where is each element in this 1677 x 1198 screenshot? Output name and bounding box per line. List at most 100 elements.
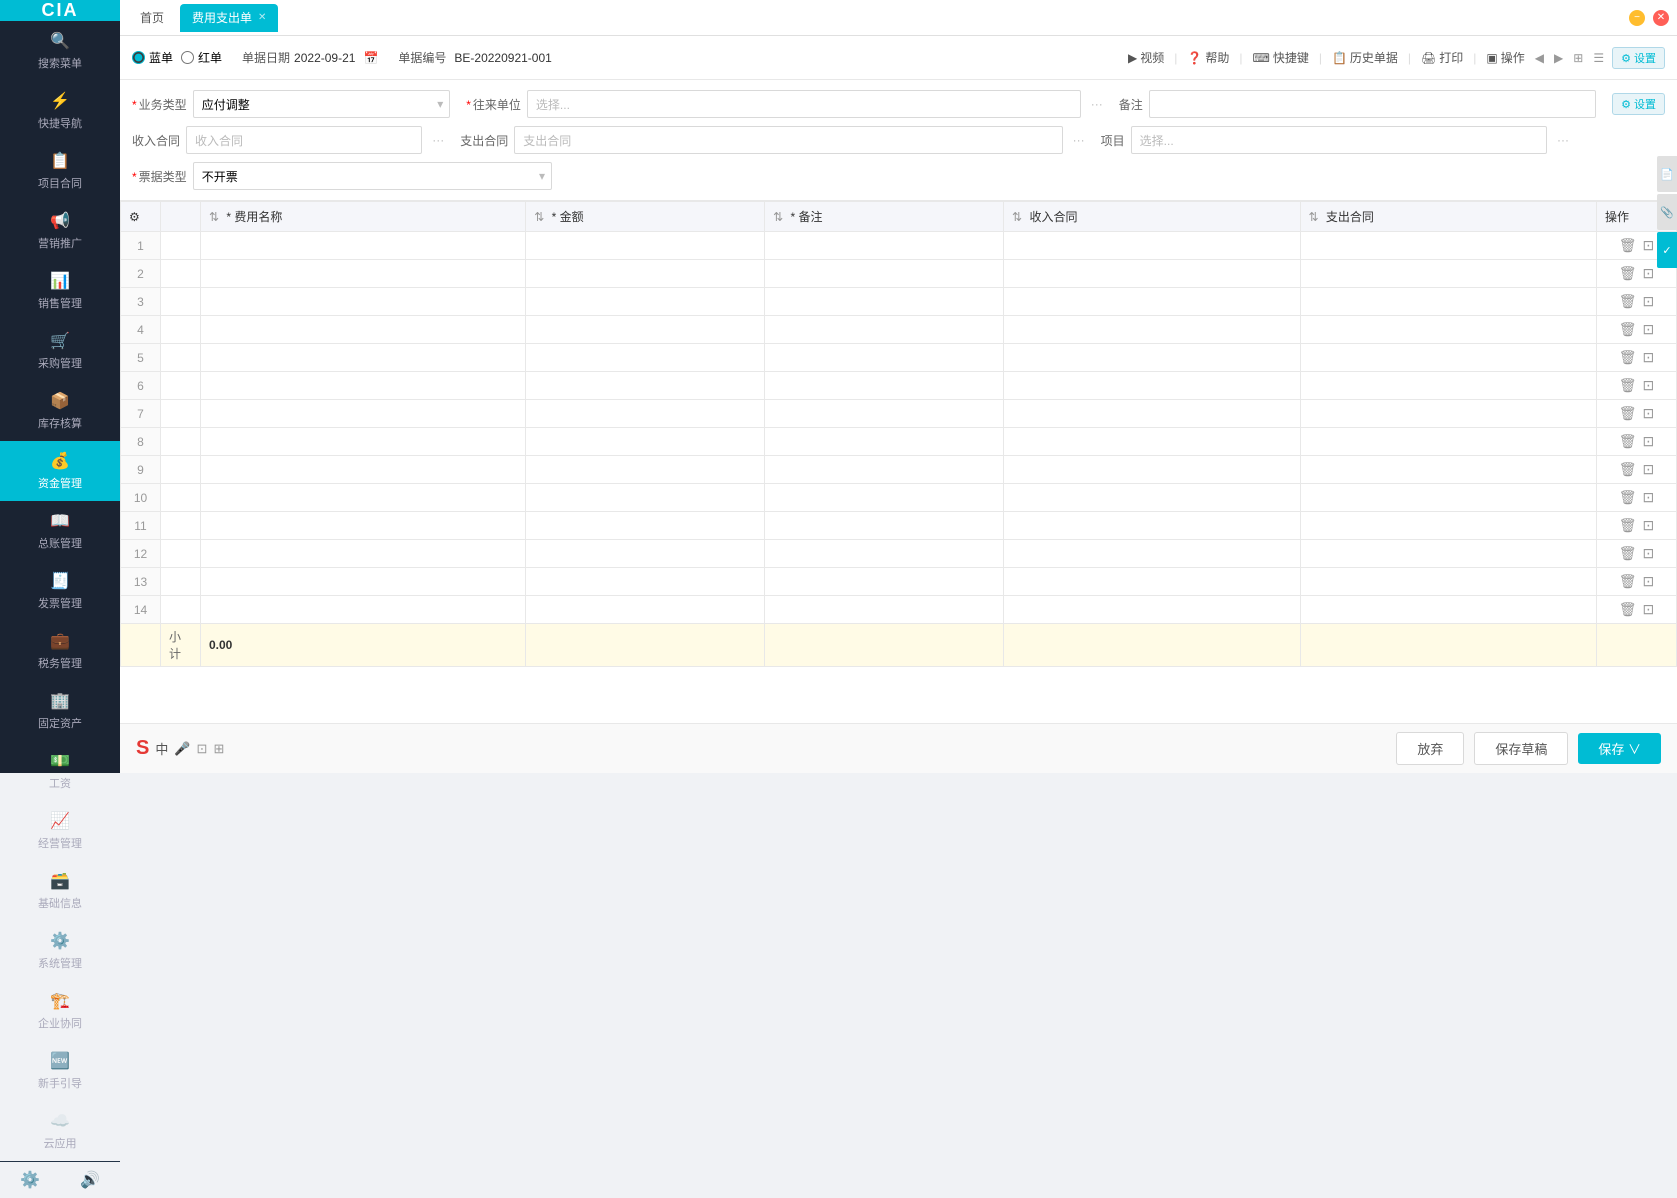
form-settings-button[interactable]: ⚙ 设置 (1612, 93, 1665, 115)
row-expense-contract[interactable] (1300, 316, 1597, 344)
row-expense-name[interactable] (201, 568, 526, 596)
row-expense-contract[interactable] (1300, 372, 1597, 400)
radio-red-input[interactable] (181, 51, 194, 64)
copy-row-icon[interactable]: ⊡ (1643, 405, 1655, 422)
window-close-button[interactable]: ✕ (1653, 10, 1669, 26)
sidebar-item-project-contract[interactable]: 📋 项目合同 (0, 141, 120, 201)
shortcut-button[interactable]: ⌨ 快捷键 (1252, 49, 1308, 66)
history-button[interactable]: 📋 历史单据 (1332, 49, 1398, 66)
row-expense-name[interactable] (201, 316, 526, 344)
sort-income-icon[interactable]: ⇅ (1012, 210, 1022, 224)
row-expense-contract[interactable] (1300, 596, 1597, 624)
copy-row-icon[interactable]: ⊡ (1643, 377, 1655, 394)
row-income-contract[interactable] (1004, 568, 1300, 596)
delete-row-icon[interactable]: 🗑 (1619, 265, 1637, 282)
copy-row-icon[interactable]: ⊡ (1643, 265, 1655, 282)
delete-row-icon[interactable]: 🗑 (1619, 573, 1637, 590)
row-income-contract[interactable] (1004, 316, 1300, 344)
row-remark[interactable] (765, 372, 1004, 400)
row-remark[interactable] (765, 260, 1004, 288)
expense-contract-dots[interactable]: ··· (1073, 133, 1085, 147)
sidebar-item-enterprise[interactable]: 🏗️ 企业协同 (0, 981, 120, 1041)
delete-row-icon[interactable]: 🗑 (1619, 405, 1637, 422)
row-remark[interactable] (765, 316, 1004, 344)
row-amount[interactable] (526, 428, 765, 456)
remark-input[interactable] (1149, 90, 1596, 118)
row-amount[interactable] (526, 596, 765, 624)
discard-button[interactable]: 放弃 (1396, 732, 1464, 765)
row-income-contract[interactable] (1004, 400, 1300, 428)
row-remark[interactable] (765, 568, 1004, 596)
row-expense-contract[interactable] (1300, 288, 1597, 316)
row-income-contract[interactable] (1004, 596, 1300, 624)
copy-row-icon[interactable]: ⊡ (1643, 237, 1655, 254)
expense-contract-input[interactable]: 支出合同 (514, 126, 1062, 154)
row-income-contract[interactable] (1004, 232, 1300, 260)
sidebar-item-payroll[interactable]: 💵 工资 (0, 741, 120, 801)
row-expense-name[interactable] (201, 512, 526, 540)
row-amount[interactable] (526, 232, 765, 260)
row-remark[interactable] (765, 232, 1004, 260)
row-income-contract[interactable] (1004, 540, 1300, 568)
radio-red-label[interactable]: 红单 (181, 49, 222, 66)
calendar-icon[interactable]: 📅 (363, 51, 378, 65)
row-remark[interactable] (765, 512, 1004, 540)
row-remark[interactable] (765, 484, 1004, 512)
row-expense-name[interactable] (201, 288, 526, 316)
sidebar-item-invoice[interactable]: 🧾 发票管理 (0, 561, 120, 621)
sidebar-item-new-guide[interactable]: 🆕 新手引导 (0, 1041, 120, 1101)
sidebar-item-ops-mgmt[interactable]: 📈 经营管理 (0, 801, 120, 861)
partner-dots-icon[interactable]: ··· (1091, 97, 1103, 111)
video-button[interactable]: ▶ 视频 (1128, 49, 1164, 66)
income-contract-input[interactable]: 收入合同 (186, 126, 422, 154)
operation-button[interactable]: ▣ 操作 (1486, 49, 1524, 66)
delete-row-icon[interactable]: 🗑 (1619, 517, 1637, 534)
row-expense-name[interactable] (201, 484, 526, 512)
delete-row-icon[interactable]: 🗑 (1619, 349, 1637, 366)
copy-row-icon[interactable]: ⊡ (1643, 489, 1655, 506)
nav-prev-icon[interactable]: ◀ (1535, 51, 1544, 65)
copy-row-icon[interactable]: ⊡ (1643, 293, 1655, 310)
delete-row-icon[interactable]: 🗑 (1619, 377, 1637, 394)
row-amount[interactable] (526, 260, 765, 288)
th-expense-name[interactable]: ⇅ * 费用名称 (201, 202, 526, 232)
row-expense-name[interactable] (201, 540, 526, 568)
settings-bottom-icon[interactable]: ⚙️ (20, 1170, 40, 1190)
print-button[interactable]: 🖨 打印 (1421, 49, 1463, 66)
row-remark[interactable] (765, 428, 1004, 456)
window-minimize-button[interactable]: − (1629, 10, 1645, 26)
sort-amount-icon[interactable]: ⇅ (534, 210, 544, 224)
biz-type-select[interactable]: 应付调整 ▾ (193, 90, 451, 118)
radio-blue-label[interactable]: 蓝单 (132, 49, 173, 66)
sidebar-item-ledger[interactable]: 📖 总账管理 (0, 501, 120, 561)
project-dots[interactable]: ··· (1557, 133, 1569, 147)
delete-row-icon[interactable]: 🗑 (1619, 433, 1637, 450)
row-expense-contract[interactable] (1300, 568, 1597, 596)
copy-row-icon[interactable]: ⊡ (1643, 349, 1655, 366)
th-income-contract[interactable]: ⇅ 收入合同 (1004, 202, 1300, 232)
row-income-contract[interactable] (1004, 288, 1300, 316)
row-income-contract[interactable] (1004, 456, 1300, 484)
row-amount[interactable] (526, 512, 765, 540)
copy-row-icon[interactable]: ⊡ (1643, 461, 1655, 478)
row-expense-name[interactable] (201, 344, 526, 372)
sidebar-item-tax[interactable]: 💼 税务管理 (0, 621, 120, 681)
delete-row-icon[interactable]: 🗑 (1619, 601, 1637, 618)
sidebar-item-capital[interactable]: 💰 资金管理 (0, 441, 120, 501)
th-amount[interactable]: ⇅ * 金额 (526, 202, 765, 232)
row-expense-contract[interactable] (1300, 512, 1597, 540)
row-amount[interactable] (526, 484, 765, 512)
partner-input[interactable]: 选择... (527, 90, 1081, 118)
row-amount[interactable] (526, 400, 765, 428)
row-remark[interactable] (765, 344, 1004, 372)
delete-row-icon[interactable]: 🗑 (1619, 237, 1637, 254)
row-remark[interactable] (765, 596, 1004, 624)
delete-row-icon[interactable]: 🗑 (1619, 461, 1637, 478)
row-amount[interactable] (526, 456, 765, 484)
sidebar-item-search[interactable]: 🔍 搜索菜单 (0, 21, 120, 81)
save-draft-button[interactable]: 保存草稿 (1474, 732, 1568, 765)
sidebar-item-marketing[interactable]: 📢 营销推广 (0, 201, 120, 261)
row-income-contract[interactable] (1004, 512, 1300, 540)
grid-view-icon[interactable]: ⊞ (1573, 51, 1583, 65)
nav-next-icon[interactable]: ▶ (1554, 51, 1563, 65)
